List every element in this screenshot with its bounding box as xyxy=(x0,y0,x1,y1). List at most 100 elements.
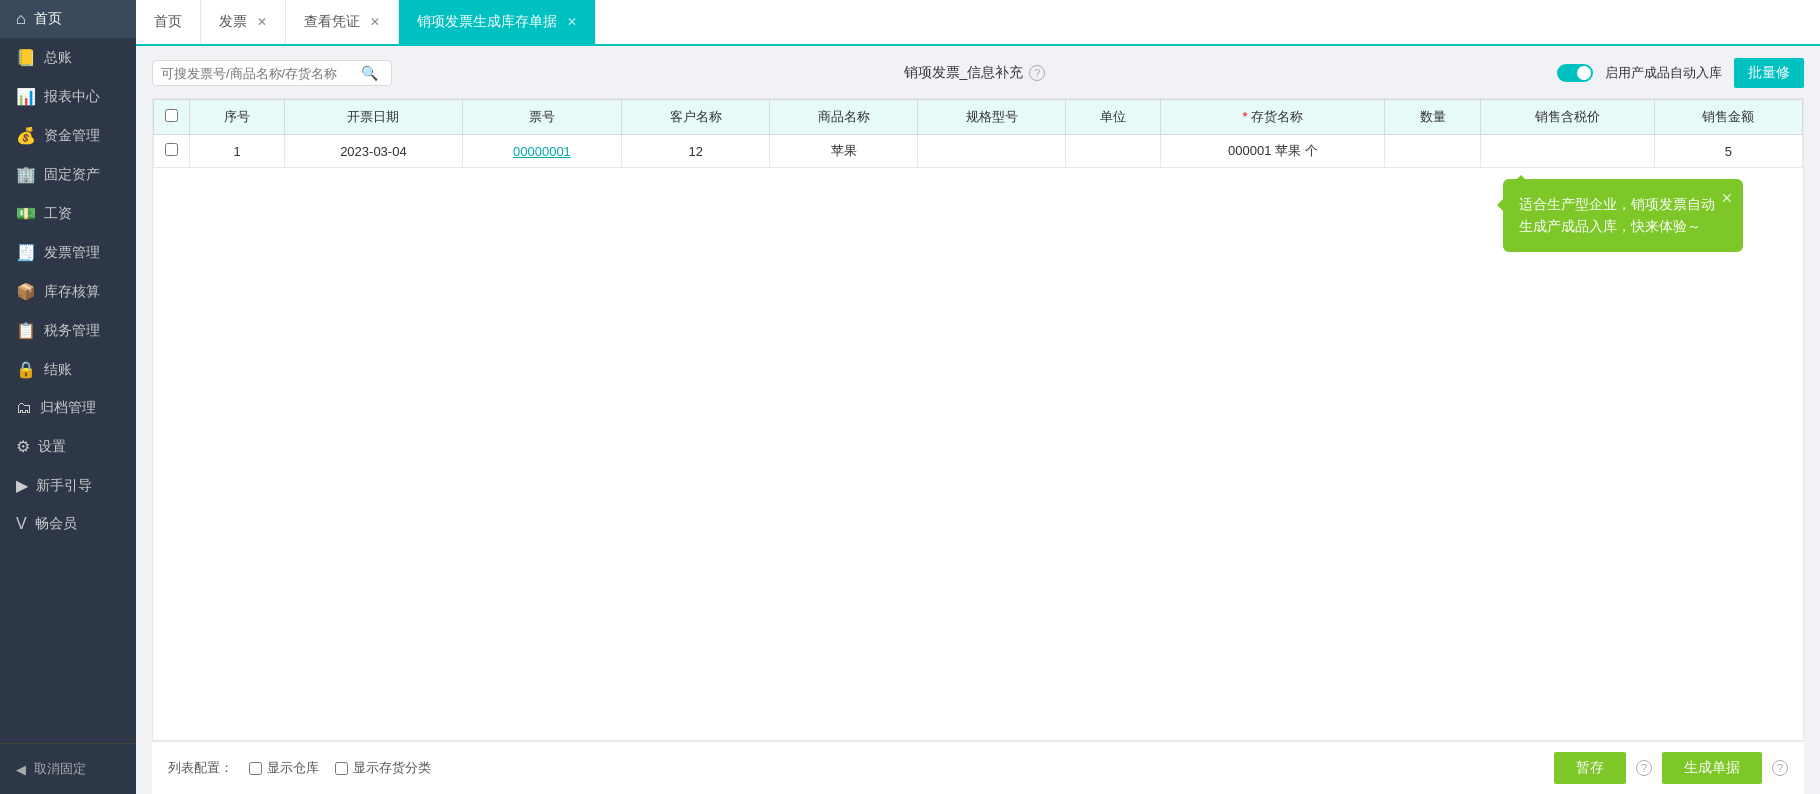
tab-invoice-close[interactable]: ✕ xyxy=(257,15,267,29)
sidebar-item-archive[interactable]: 🗂 归档管理 xyxy=(0,389,136,427)
show-warehouse-text: 显示仓库 xyxy=(267,759,319,777)
settings-icon: ⚙ xyxy=(16,437,30,456)
search-icon: 🔍 xyxy=(361,65,378,81)
tab-voucher[interactable]: 查看凭证 ✕ xyxy=(286,0,399,44)
cell-date: 2023-03-04 xyxy=(285,135,462,168)
col-header-seq: 序号 xyxy=(190,100,285,135)
sidebar-item-home[interactable]: ⌂ 首页 xyxy=(0,0,136,38)
bottom-right: 暂存 ? 生成单据 ? xyxy=(1554,752,1788,784)
sidebar-label-archive: 归档管理 xyxy=(40,399,96,417)
toolbar-center: 销项发票_信息补充 ? xyxy=(904,64,1046,82)
bottom-left: 列表配置： 显示仓库 显示存货分类 xyxy=(168,759,431,777)
sidebar-item-funds[interactable]: 💰 资金管理 xyxy=(0,116,136,155)
guide-icon: ▶ xyxy=(16,476,28,495)
sidebar: ⌂ 首页 📒 总账 📊 报表中心 💰 资金管理 🏢 固定资产 💵 工资 🧾 发票… xyxy=(0,0,136,794)
sidebar-label-home: 首页 xyxy=(34,10,62,28)
sidebar-item-fixed[interactable]: 🏢 固定资产 xyxy=(0,155,136,194)
search-box[interactable]: 🔍 xyxy=(152,60,392,86)
save-help-icon[interactable]: ? xyxy=(1636,760,1652,776)
select-all-checkbox[interactable] xyxy=(165,109,178,122)
generate-help-icon[interactable]: ? xyxy=(1772,760,1788,776)
show-warehouse-label[interactable]: 显示仓库 xyxy=(249,759,319,777)
content-area: 🔍 销项发票_信息补充 ? 启用产成品自动入库 批量修 xyxy=(136,46,1820,794)
toolbar-right: 启用产成品自动入库 批量修 xyxy=(1557,58,1804,88)
sidebar-item-ledger[interactable]: 📒 总账 xyxy=(0,38,136,77)
sidebar-item-guide[interactable]: ▶ 新手引导 xyxy=(0,466,136,505)
cell-inventory: 000001 苹果 个 xyxy=(1161,135,1385,168)
tab-bar: 首页 发票 ✕ 查看凭证 ✕ 销项发票生成库存单据 ✕ xyxy=(136,0,1820,46)
show-category-text: 显示存货分类 xyxy=(353,759,431,777)
vip-icon: V xyxy=(16,515,27,533)
pin-label: 取消固定 xyxy=(34,760,86,778)
home-icon: ⌂ xyxy=(16,10,26,28)
sidebar-item-inventory[interactable]: 📦 库存核算 xyxy=(0,272,136,311)
fixed-icon: 🏢 xyxy=(16,165,36,184)
col-header-checkbox xyxy=(154,100,190,135)
sidebar-label-reports: 报表中心 xyxy=(44,88,100,106)
sidebar-item-reports[interactable]: 📊 报表中心 xyxy=(0,77,136,116)
show-category-label[interactable]: 显示存货分类 xyxy=(335,759,431,777)
sidebar-label-invoice-mgmt: 发票管理 xyxy=(44,244,100,262)
sidebar-label-ledger: 总账 xyxy=(44,49,72,67)
col-header-ticket-no: 票号 xyxy=(462,100,622,135)
col-header-qty: 数量 xyxy=(1385,100,1480,135)
ledger-icon: 📒 xyxy=(16,48,36,67)
cell-qty xyxy=(1385,135,1480,168)
col-header-date: 开票日期 xyxy=(285,100,462,135)
info-label: 销项发票_信息补充 xyxy=(904,64,1024,82)
search-input[interactable] xyxy=(161,66,361,81)
sidebar-item-invoice-mgmt[interactable]: 🧾 发票管理 xyxy=(0,233,136,272)
batch-button[interactable]: 批量修 xyxy=(1734,58,1804,88)
sidebar-item-vip[interactable]: V 畅会员 xyxy=(0,505,136,543)
tab-voucher-label: 查看凭证 xyxy=(304,13,360,31)
main-table: 序号 开票日期 票号 客户名称 商品名称 规格型号 单位 存货名称 数量 销售含… xyxy=(153,99,1803,168)
col-header-amount: 销售金额 xyxy=(1654,100,1802,135)
cell-ticket-no: 00000001 xyxy=(462,135,622,168)
table-row: 1 2023-03-04 00000001 12 苹果 000001 苹果 个 … xyxy=(154,135,1803,168)
show-warehouse-checkbox[interactable] xyxy=(249,762,262,775)
sidebar-label-tax: 税务管理 xyxy=(44,322,100,340)
tab-cancel-invoice-close[interactable]: ✕ xyxy=(567,15,577,29)
tab-cancel-invoice[interactable]: 销项发票生成库存单据 ✕ xyxy=(399,0,596,44)
tab-home[interactable]: 首页 xyxy=(136,0,201,44)
sidebar-label-wages: 工资 xyxy=(44,205,72,223)
sidebar-label-settings: 设置 xyxy=(38,438,66,456)
col-header-unit: 单位 xyxy=(1066,100,1161,135)
row-checkbox[interactable] xyxy=(165,143,178,156)
toggle-switch[interactable] xyxy=(1557,64,1593,82)
tab-voucher-close[interactable]: ✕ xyxy=(370,15,380,29)
bottom-bar: 列表配置： 显示仓库 显示存货分类 暂存 ? 生成单据 ? xyxy=(152,741,1804,794)
pin-toggle[interactable]: ◀ 取消固定 xyxy=(0,752,136,786)
col-header-customer: 客户名称 xyxy=(622,100,770,135)
info-icon[interactable]: ? xyxy=(1029,65,1045,81)
invoice-mgmt-icon: 🧾 xyxy=(16,243,36,262)
toggle-label: 启用产成品自动入库 xyxy=(1605,64,1722,82)
tab-invoice[interactable]: 发票 ✕ xyxy=(201,0,286,44)
tax-icon: 📋 xyxy=(16,321,36,340)
save-button[interactable]: 暂存 xyxy=(1554,752,1626,784)
sidebar-label-vip: 畅会员 xyxy=(35,515,77,533)
col-header-tax-price: 销售含税价 xyxy=(1480,100,1654,135)
row-checkbox-cell xyxy=(154,135,190,168)
sidebar-item-tax[interactable]: 📋 税务管理 xyxy=(0,311,136,350)
sidebar-label-fixed: 固定资产 xyxy=(44,166,100,184)
cell-tax-price xyxy=(1480,135,1654,168)
pin-icon: ◀ xyxy=(16,762,26,777)
cell-seq: 1 xyxy=(190,135,285,168)
close-accounts-icon: 🔒 xyxy=(16,360,36,379)
generate-button[interactable]: 生成单据 xyxy=(1662,752,1762,784)
tab-cancel-invoice-label: 销项发票生成库存单据 xyxy=(417,13,557,31)
sidebar-label-close: 结账 xyxy=(44,361,72,379)
tooltip-close-button[interactable]: ✕ xyxy=(1721,187,1733,209)
sidebar-label-inventory: 库存核算 xyxy=(44,283,100,301)
sidebar-item-close[interactable]: 🔒 结账 xyxy=(0,350,136,389)
col-header-product: 商品名称 xyxy=(770,100,918,135)
show-category-checkbox[interactable] xyxy=(335,762,348,775)
ticket-no-link[interactable]: 00000001 xyxy=(513,144,571,159)
sidebar-item-wages[interactable]: 💵 工资 xyxy=(0,194,136,233)
sidebar-bottom: ◀ 取消固定 xyxy=(0,743,136,794)
cell-amount: 5 xyxy=(1654,135,1802,168)
sidebar-item-settings[interactable]: ⚙ 设置 xyxy=(0,427,136,466)
tab-invoice-label: 发票 xyxy=(219,13,247,31)
funds-icon: 💰 xyxy=(16,126,36,145)
